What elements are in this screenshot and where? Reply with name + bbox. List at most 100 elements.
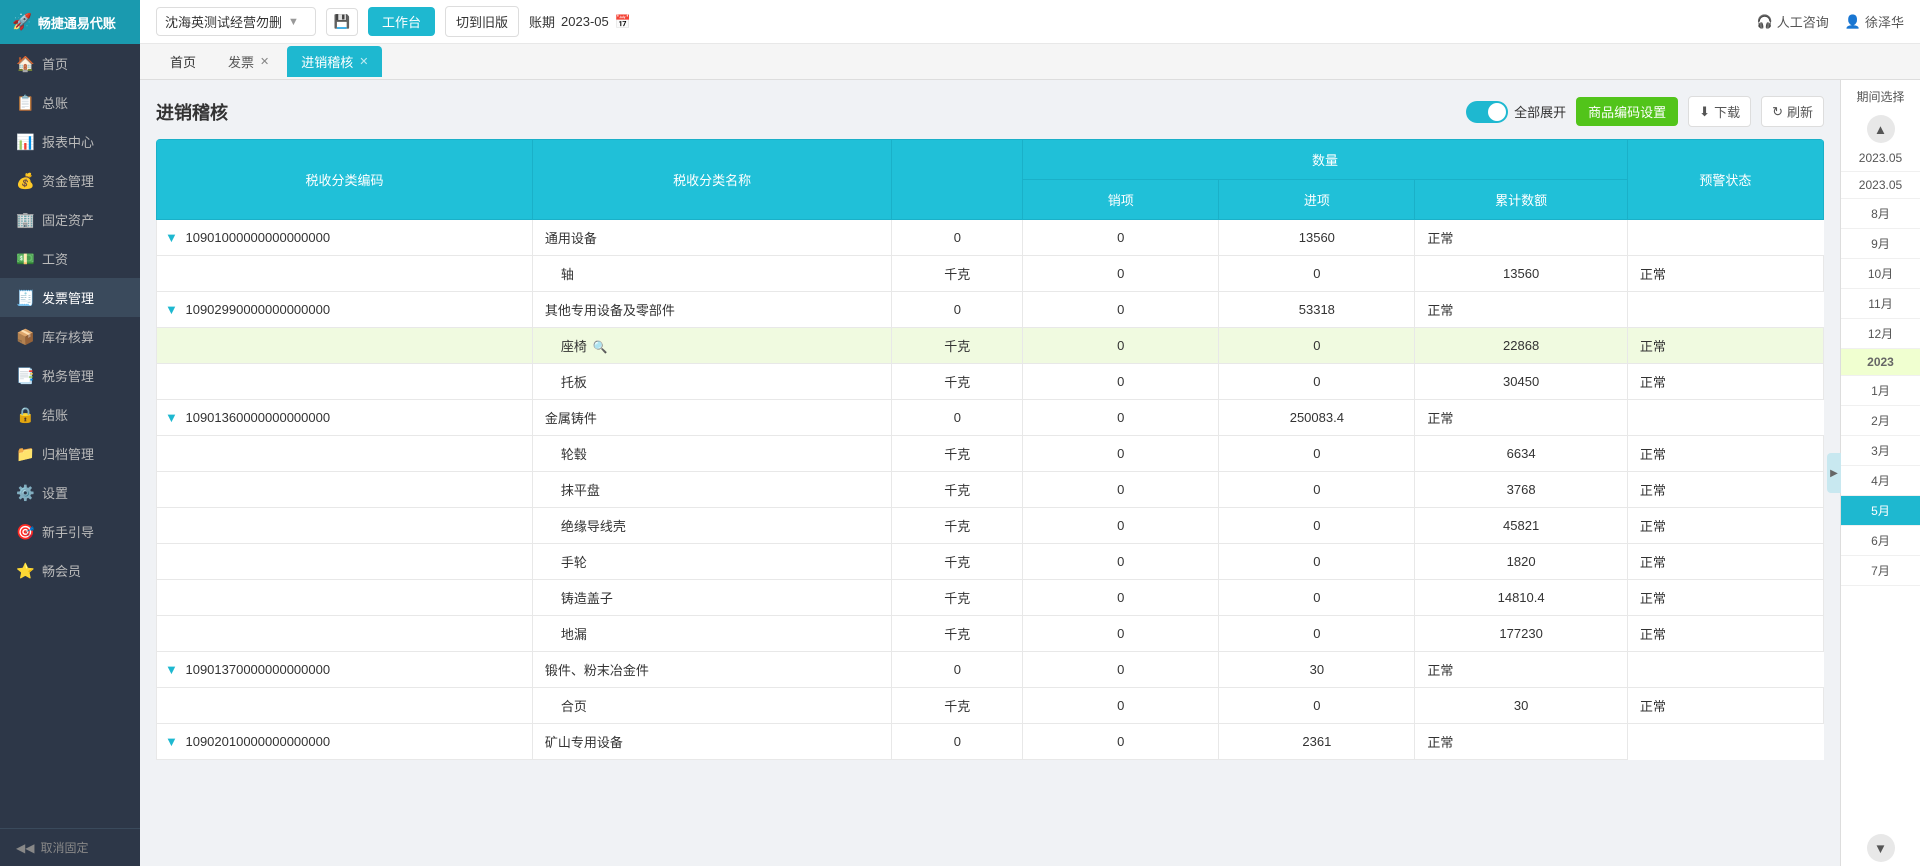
table-cell-purchase: 0 [1219,328,1415,364]
table-row-code [157,544,533,580]
search-icon[interactable]: 🔍 [593,340,608,354]
sidebar-item-member[interactable]: ⭐ 畅会员 [0,551,140,590]
col-unit [892,140,1023,220]
table-cell-name: 托板 [532,364,892,400]
period-item[interactable]: 6月 [1841,526,1920,556]
table-cell-status: 正常 [1627,580,1823,616]
scroll-down-button[interactable]: ▼ [1867,834,1895,862]
sidebar-label-inventory: 库存核算 [42,327,94,346]
oldver-button[interactable]: 切到旧版 [445,6,519,37]
download-label: 下载 [1714,102,1740,121]
company-selector[interactable]: 沈海英测试经营勿删 ▼ [156,7,316,36]
table-cell-name: 合页 [532,688,892,724]
tabbar: 首页 发票 ✕ 进销稽核 ✕ [140,44,1920,80]
sidebar-label-tax: 税务管理 [42,366,94,385]
period-item[interactable]: 3月 [1841,436,1920,466]
home-icon: 🏠 [16,55,34,73]
service-button[interactable]: 🎧 人工咨询 [1757,12,1829,31]
table-cell-status: 正常 [1627,688,1823,724]
close-icon[interactable]: ✕ [359,55,368,68]
save-button[interactable]: 💾 [326,8,358,36]
sidebar-item-assets[interactable]: 🏢 固定资产 [0,200,140,239]
unpin-label: 取消固定 [40,839,88,856]
table-row-code [157,472,533,508]
panel-toggle[interactable]: ▶ [1827,453,1841,493]
expand-toggle[interactable] [1466,101,1508,123]
sidebar-item-settings[interactable]: ⚙️ 设置 [0,473,140,512]
period-item[interactable]: 2023.05 [1841,145,1920,172]
period-item[interactable]: 8月 [1841,199,1920,229]
sidebar-item-salary[interactable]: 💵 工资 [0,239,140,278]
sidebar-nav: 🏠 首页 📋 总账 📊 报表中心 💰 资金管理 🏢 固定资产 💵 工资 🧾 发票… [0,44,140,828]
sidebar-item-close[interactable]: 🔒 结账 [0,395,140,434]
expand-label: 全部展开 [1514,102,1566,121]
sidebar-item-archive[interactable]: 📁 归档管理 [0,434,140,473]
collapse-icon[interactable]: ▼ [165,734,178,749]
chevron-down-icon: ▼ [288,16,299,28]
sidebar-label-archive: 归档管理 [42,444,94,463]
sidebar-item-inventory[interactable]: 📦 库存核算 [0,317,140,356]
period-item[interactable]: 1月 [1841,376,1920,406]
sidebar-label-funds: 资金管理 [42,171,94,190]
sidebar-label-settings: 设置 [42,483,68,502]
period-item[interactable]: 2月 [1841,406,1920,436]
table-cell-purchase: 0 [1219,508,1415,544]
table-cell-name: 轮毂 [532,436,892,472]
topbar: 沈海英测试经营勿删 ▼ 💾 工作台 切到旧版 账期 2023-05 📅 🎧 人工… [140,0,1920,44]
table-cell-sales: 0 [1023,472,1219,508]
table-cell-total: 13560 [1219,220,1415,256]
code-setting-button[interactable]: 商品编码设置 [1576,97,1678,126]
table-cell-purchase: 0 [1023,220,1219,256]
sidebar-item-ledger[interactable]: 📋 总账 [0,83,140,122]
table-row: ▼ 10901360000000000000 [157,400,533,436]
sidebar-label-assets: 固定资产 [42,210,94,229]
period-item[interactable]: 12月 [1841,319,1920,349]
headset-icon: 🎧 [1757,14,1773,30]
table-cell-unit: 千克 [892,328,1023,364]
user-menu[interactable]: 👤 徐泽华 [1845,12,1904,31]
workbench-button[interactable]: 工作台 [368,7,435,36]
table-cell-unit: 千克 [892,364,1023,400]
period-item[interactable]: 11月 [1841,289,1920,319]
table-cell-sales: 0 [892,724,1023,760]
period-item[interactable]: 2023.05 [1841,172,1920,199]
sidebar-item-home[interactable]: 🏠 首页 [0,44,140,83]
period-item[interactable]: 10月 [1841,259,1920,289]
table-cell-sales: 0 [892,220,1023,256]
tab-home[interactable]: 首页 [156,46,210,77]
scroll-up-button[interactable]: ▲ [1867,115,1895,143]
refresh-button[interactable]: ↻ 刷新 [1761,96,1824,127]
table-cell-unit: 千克 [892,436,1023,472]
sidebar-item-reports[interactable]: 📊 报表中心 [0,122,140,161]
invoice-icon: 🧾 [16,289,34,307]
table-cell-status: 正常 [1627,616,1823,652]
collapse-icon[interactable]: ▼ [165,410,178,425]
period-item[interactable]: 5月 [1841,496,1920,526]
main-table: 税收分类编码 税收分类名称 数量 预警状态 销项 进项 累计数额 ▼ 10901… [156,139,1824,760]
right-panel: ▶ 期间选择 ▲ 2023.052023.058月9月10月11月12月2023… [1840,80,1920,866]
period-value: 2023-05 [561,14,609,29]
refresh-label: 刷新 [1787,102,1813,121]
period-item[interactable]: 7月 [1841,556,1920,586]
download-button[interactable]: ⬇ 下载 [1688,96,1751,127]
table-cell-unit: 千克 [892,472,1023,508]
sidebar-item-funds[interactable]: 💰 资金管理 [0,161,140,200]
tab-reconcile[interactable]: 进销稽核 ✕ [287,46,382,77]
sidebar-label-ledger: 总账 [42,93,68,112]
period-item[interactable]: 2023 [1841,349,1920,376]
collapse-icon[interactable]: ▼ [165,302,178,317]
save-icon: 💾 [334,14,351,30]
period-item[interactable]: 4月 [1841,466,1920,496]
sidebar-unpin[interactable]: ◀◀ 取消固定 [0,828,140,866]
collapse-icon[interactable]: ▼ [165,662,178,677]
sidebar-item-invoice[interactable]: 🧾 发票管理 [0,278,140,317]
funds-icon: 💰 [16,172,34,190]
collapse-icon[interactable]: ▼ [165,230,178,245]
table-cell-purchase: 0 [1219,364,1415,400]
period-item[interactable]: 9月 [1841,229,1920,259]
sidebar-item-tax[interactable]: 📑 税务管理 [0,356,140,395]
sidebar-item-guide[interactable]: 🎯 新手引导 [0,512,140,551]
close-icon[interactable]: ✕ [260,55,269,68]
table-cell-sales: 0 [1023,688,1219,724]
tab-invoice[interactable]: 发票 ✕ [214,46,283,77]
